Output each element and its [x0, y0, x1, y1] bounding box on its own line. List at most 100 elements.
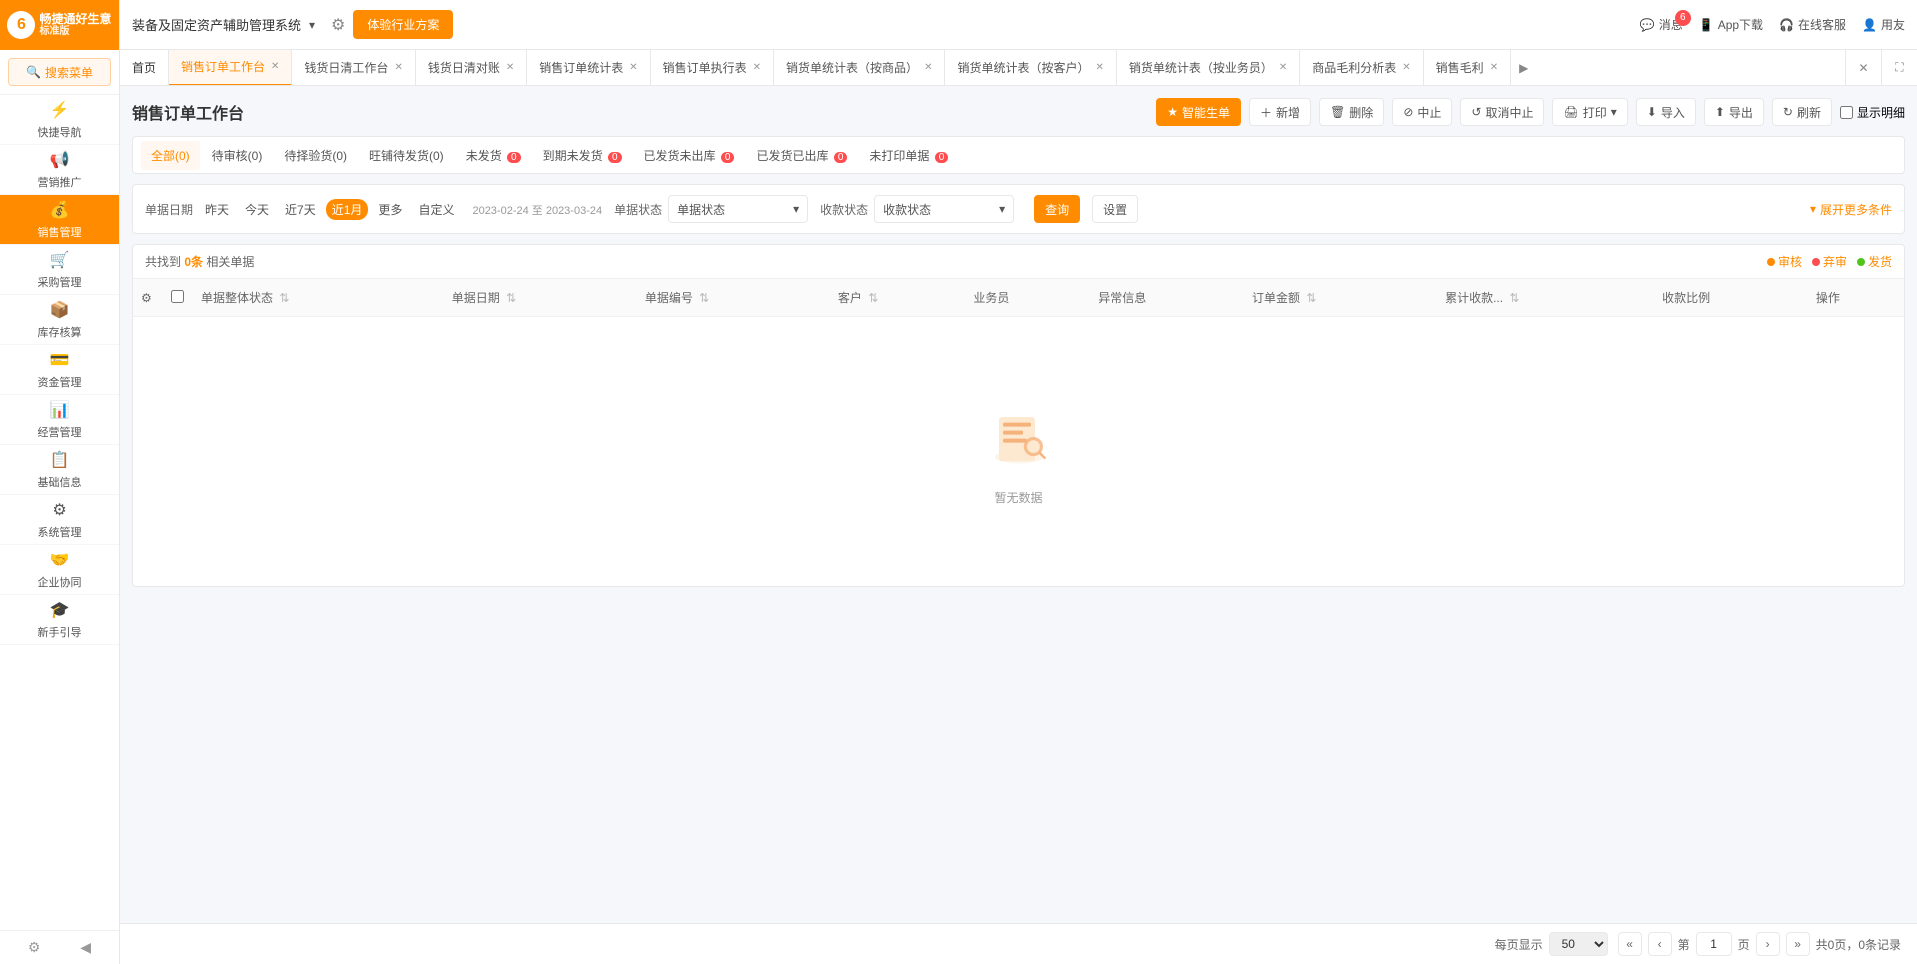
trial-button[interactable]: 体验行业方案	[353, 10, 453, 39]
date-opt-1month[interactable]: 近1月	[326, 199, 369, 220]
tab-cash-daily[interactable]: 钱货日清工作台 ✕	[292, 50, 415, 86]
tab-cash-reconcile[interactable]: 钱货日清对账 ✕	[416, 50, 527, 86]
ship-action[interactable]: 发货	[1857, 253, 1892, 270]
app-download-button[interactable]: 📱 App下载	[1699, 16, 1763, 33]
tab-close-icon[interactable]: ✕	[924, 62, 932, 73]
review-action[interactable]: 审核	[1767, 253, 1802, 270]
tab-close-icon[interactable]: ✕	[394, 62, 402, 73]
subtab-not-shipped[interactable]: 未发货 0	[456, 141, 531, 170]
sidebar-item-system[interactable]: ⚙ 系统管理	[0, 495, 119, 545]
sidebar-item-marketing[interactable]: 📢 营销推广	[0, 145, 119, 195]
add-button[interactable]: ＋ 新增	[1249, 98, 1311, 126]
stop-button[interactable]: ⊘ 中止	[1392, 98, 1452, 126]
delete-button[interactable]: 🗑 删除	[1319, 98, 1384, 126]
cancel-stop-button[interactable]: ↺ 取消中止	[1460, 98, 1544, 126]
tab-sales-summary-product[interactable]: 销货单统计表（按商品） ✕	[774, 50, 945, 86]
sort-date-icon[interactable]: ⇅	[506, 291, 516, 305]
subtab-shipped-out[interactable]: 已发货已出库 0	[746, 141, 857, 170]
tab-close-icon[interactable]: ✕	[629, 62, 637, 73]
print-button[interactable]: 🖨 打印 ▾	[1552, 98, 1627, 126]
page-input[interactable]	[1696, 932, 1732, 956]
system-dropdown[interactable]: ▾	[309, 18, 315, 32]
sidebar-item-sales[interactable]: 💰 销售管理	[0, 195, 119, 245]
date-opt-yesterday[interactable]: 昨天	[199, 199, 235, 220]
expand-filters-button[interactable]: ▾ 展开更多条件	[1810, 201, 1892, 218]
import-button[interactable]: ⬇ 导入	[1636, 98, 1696, 126]
tab-sales-summary-staff[interactable]: 销货单统计表（按业务员） ✕	[1117, 50, 1300, 86]
total-text: 共0页，0条记录	[1816, 936, 1901, 953]
export-button[interactable]: ⬆ 导出	[1704, 98, 1764, 126]
sidebar-item-inventory[interactable]: 📦 库存核算	[0, 295, 119, 345]
last-page-button[interactable]: »	[1786, 932, 1810, 956]
tab-home[interactable]: 首页	[120, 50, 169, 86]
message-icon: 💬	[1640, 18, 1655, 32]
message-button[interactable]: 💬 消息 6	[1640, 16, 1683, 33]
tab-goods-margin[interactable]: 商品毛利分析表 ✕	[1300, 50, 1423, 86]
ai-generate-button[interactable]: ★ 智能生单	[1156, 98, 1241, 126]
tab-close-icon[interactable]: ✕	[506, 62, 514, 73]
purchase-icon: 🛒	[50, 250, 70, 270]
sort-number-icon[interactable]: ⇅	[699, 291, 709, 305]
expand-btn-label: 展开更多条件	[1820, 201, 1892, 218]
subtab-wangpu-pending[interactable]: 旺铺待发货(0)	[359, 141, 454, 170]
sidebar-item-operations[interactable]: 📊 经营管理	[0, 395, 119, 445]
sort-amount-icon[interactable]: ⇅	[1306, 291, 1316, 305]
topbar-settings-icon[interactable]: ⚙	[331, 15, 345, 35]
status-select[interactable]: 单据状态 ▾	[668, 195, 808, 223]
tab-close-icon[interactable]: ✕	[753, 62, 761, 73]
next-page-button[interactable]: ›	[1756, 932, 1780, 956]
prev-page-button[interactable]: ‹	[1648, 932, 1672, 956]
tab-close-icon[interactable]: ✕	[1095, 62, 1103, 73]
tab-sales-exec[interactable]: 销售订单执行表 ✕	[651, 50, 774, 86]
date-opt-more[interactable]: 更多	[372, 199, 408, 220]
tab-close-icon[interactable]: ✕	[1279, 62, 1287, 73]
subtab-expired-not-shipped[interactable]: 到期未发货 0	[533, 141, 632, 170]
search-menu-button[interactable]: 🔍 搜索菜单	[8, 58, 111, 86]
filter-settings-button[interactable]: 设置	[1092, 195, 1138, 223]
sort-customer-icon[interactable]: ⇅	[868, 291, 878, 305]
tab-goods-margin-label: 商品毛利分析表	[1312, 59, 1396, 76]
tab-close-icon[interactable]: ✕	[1490, 62, 1498, 73]
tab-sales-stats[interactable]: 销售订单统计表 ✕	[527, 50, 650, 86]
date-opt-custom[interactable]: 自定义	[412, 199, 460, 220]
select-all-checkbox[interactable]	[171, 290, 184, 303]
column-settings-icon[interactable]: ⚙	[141, 291, 152, 305]
tab-close-icon[interactable]: ✕	[271, 61, 279, 72]
sidebar-collapse-btn[interactable]: ◀	[80, 939, 91, 956]
date-options: 昨天 今天 近7天 近1月 更多 自定义	[199, 199, 460, 220]
sort-received-icon[interactable]: ⇅	[1509, 291, 1519, 305]
refresh-button[interactable]: ↻ 刷新	[1772, 98, 1832, 126]
subtab-pending-review[interactable]: 待审核(0)	[202, 141, 273, 170]
reject-action[interactable]: 弃审	[1812, 253, 1847, 270]
sidebar-settings-btn[interactable]: ⚙	[28, 939, 41, 956]
payment-select[interactable]: 收款状态 ▾	[874, 195, 1014, 223]
first-page-button[interactable]: «	[1618, 932, 1642, 956]
subtab-shipped-not-out[interactable]: 已发货未出库 0	[634, 141, 745, 170]
sort-status-icon[interactable]: ⇅	[279, 291, 289, 305]
sidebar-item-purchase[interactable]: 🛒 采购管理	[0, 245, 119, 295]
show-detail-checkbox[interactable]	[1840, 106, 1853, 119]
tabbar-fullscreen-btn[interactable]: ⛶	[1881, 50, 1917, 86]
date-opt-7days[interactable]: 近7天	[279, 199, 322, 220]
subtab-not-printed[interactable]: 未打印单据 0	[859, 141, 958, 170]
tabbar-close-all-btn[interactable]: ✕	[1845, 50, 1881, 86]
tab-sales-summary-customer[interactable]: 销货单统计表（按客户） ✕	[945, 50, 1116, 86]
online-service-button[interactable]: 🎧 在线客服	[1779, 16, 1846, 33]
sidebar-item-cooperation[interactable]: 🤝 企业协同	[0, 545, 119, 595]
tabbar-more-button[interactable]: ▶	[1511, 61, 1536, 75]
user-button[interactable]: 👤 用友	[1862, 16, 1905, 33]
tab-close-icon[interactable]: ✕	[1402, 62, 1410, 73]
tab-sales-workbench[interactable]: 销售订单工作台 ✕	[169, 50, 292, 86]
date-opt-today[interactable]: 今天	[239, 199, 275, 220]
subtab-pending-inspection[interactable]: 待择验货(0)	[274, 141, 357, 170]
sidebar-item-quick-nav[interactable]: ⚡ 快捷导航	[0, 95, 119, 145]
tab-sales-profit[interactable]: 销售毛利 ✕	[1424, 50, 1511, 86]
sidebar-item-finance[interactable]: 💳 资金管理	[0, 345, 119, 395]
cancel-stop-label: 取消中止	[1485, 104, 1533, 121]
sidebar-item-guide[interactable]: 🎓 新手引导	[0, 595, 119, 645]
search-button[interactable]: 查询	[1034, 195, 1080, 223]
subtab-all[interactable]: 全部(0)	[141, 141, 200, 170]
sidebar-item-basic[interactable]: 📋 基础信息	[0, 445, 119, 495]
show-detail-toggle[interactable]: 显示明细	[1840, 104, 1905, 121]
per-page-select[interactable]: 50 100 200	[1549, 932, 1608, 956]
